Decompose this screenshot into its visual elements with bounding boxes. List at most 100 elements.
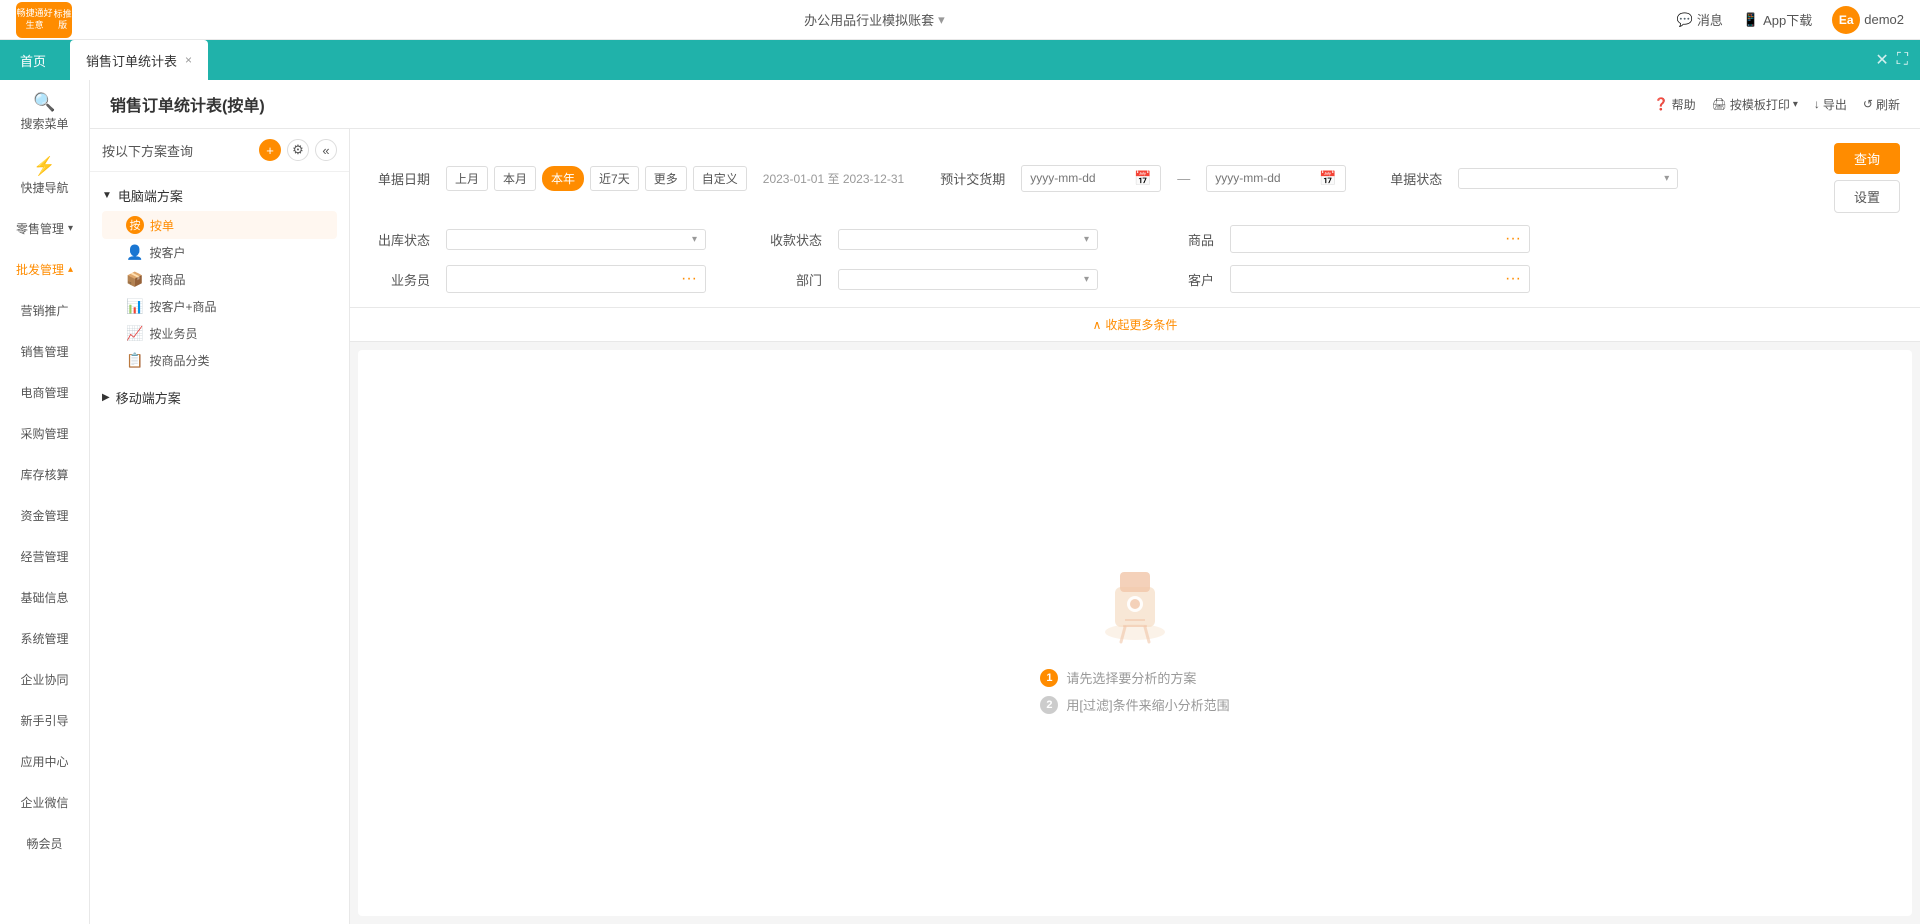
product-select[interactable]: ··· xyxy=(1230,225,1530,253)
print-btn[interactable]: 🖨 按模板打印 ▾ xyxy=(1712,96,1798,113)
collapse-bar[interactable]: ∧ 收起更多条件 xyxy=(350,308,1920,342)
tab-home[interactable]: 首页 xyxy=(0,40,66,80)
date-label: 单据日期 xyxy=(370,169,430,188)
sidebar-item-finance[interactable]: 资金管理 xyxy=(0,495,89,536)
collapse-label: 收起更多条件 xyxy=(1105,316,1177,333)
customer-select[interactable]: ··· xyxy=(1230,265,1530,293)
sidebar-item-membership[interactable]: 畅会员 xyxy=(0,823,89,864)
sidebar: 🔍 搜索菜单 ⚡ 快捷导航 零售管理 ▾ 批发管理 ▴ 营销推广 销售管理 电商… xyxy=(0,80,90,924)
date-from-field[interactable] xyxy=(1030,171,1130,185)
department-label: 部门 xyxy=(762,270,822,289)
message-icon: 💬 xyxy=(1677,12,1693,28)
date-btn-last-month[interactable]: 上月 xyxy=(446,166,488,191)
message-btn[interactable]: 💬 消息 xyxy=(1677,10,1723,29)
window-expand-btn[interactable]: ⛶ xyxy=(1897,51,1908,69)
page-header-actions: ❓ 帮助 🖨 按模板打印 ▾ ↓ 导出 ↺ 刷新 xyxy=(1654,96,1900,125)
sidebar-item-inventory[interactable]: 库存核算 xyxy=(0,454,89,495)
sidebar-item-ecommerce-mgmt[interactable]: 电商管理 xyxy=(0,372,89,413)
scheme-by-customer[interactable]: 👤 按客户 xyxy=(102,239,337,266)
status-dropdown-icon: ▾ xyxy=(1664,173,1669,184)
sidebar-item-label: 销售管理 xyxy=(20,343,68,360)
scheme-by-product-category[interactable]: 📋 按商品分类 xyxy=(102,347,337,374)
sidebar-item-purchase-mgmt[interactable]: 采购管理 xyxy=(0,413,89,454)
date-btn-this-month[interactable]: 本月 xyxy=(494,166,536,191)
sidebar-item-sales-mgmt[interactable]: 销售管理 xyxy=(0,331,89,372)
tab-active-label: 销售订单统计表 xyxy=(86,51,177,70)
salesperson-select[interactable]: ··· xyxy=(446,265,706,293)
empty-tip-1: 1 请先选择要分析的方案 xyxy=(1040,668,1229,687)
sidebar-item-onboarding[interactable]: 新手引导 xyxy=(0,700,89,741)
settings-scheme-btn[interactable]: ⚙ xyxy=(287,139,309,161)
search-icon: 🔍 xyxy=(33,92,55,113)
sidebar-item-system-mgmt[interactable]: 系统管理 xyxy=(0,618,89,659)
sidebar-item-label: 采购管理 xyxy=(20,425,68,442)
sidebar-item-retail-mgmt[interactable]: 零售管理 ▾ xyxy=(0,208,89,249)
query-btn[interactable]: 查询 xyxy=(1834,143,1900,174)
scheme-by-order[interactable]: 按 按单 xyxy=(102,211,337,239)
window-close-btn[interactable]: ✕ xyxy=(1875,50,1888,70)
sidebar-item-quick-nav[interactable]: ⚡ 快捷导航 xyxy=(0,144,89,208)
date-btn-more[interactable]: 更多 xyxy=(645,166,687,191)
settings-btn[interactable]: 设置 xyxy=(1834,180,1900,213)
date-to-input[interactable]: 📅 xyxy=(1206,165,1346,192)
tab-close-btn[interactable]: × xyxy=(185,53,192,67)
collapse-panel-btn[interactable]: « xyxy=(315,139,337,161)
user-profile[interactable]: Ea demo2 xyxy=(1832,6,1904,34)
scheme-by-customer-product[interactable]: 📊 按客户+商品 xyxy=(102,293,337,320)
tree-desktop-section[interactable]: ▼ 电脑端方案 xyxy=(102,180,337,211)
sidebar-item-marketing[interactable]: 营销推广 xyxy=(0,290,89,331)
receipt-status-label: 收款状态 xyxy=(762,230,822,249)
tip-num-1: 1 xyxy=(1040,669,1058,687)
status-select[interactable]: ▾ xyxy=(1458,168,1678,189)
tab-sales-order[interactable]: 销售订单统计表 × xyxy=(70,40,208,80)
sidebar-item-enterprise-collab[interactable]: 企业协同 xyxy=(0,659,89,700)
sidebar-item-basic-info[interactable]: 基础信息 xyxy=(0,577,89,618)
tab-home-label: 首页 xyxy=(20,51,46,70)
receipt-status-select[interactable]: ▾ xyxy=(838,229,1098,250)
date-btn-this-year[interactable]: 本年 xyxy=(542,166,584,191)
user-initial: Ea xyxy=(1839,13,1854,27)
sidebar-item-label: 畅会员 xyxy=(26,835,62,852)
plus-icon: + xyxy=(266,143,274,158)
sidebar-item-operations[interactable]: 经营管理 xyxy=(0,536,89,577)
topbar: 畅捷通好生意 标推版 办公用品行业模拟账套 ▾ 💬 消息 📱 App下载 Ea … xyxy=(0,0,1920,40)
sidebar-item-label: 系统管理 xyxy=(20,630,68,647)
app-download-icon: 📱 xyxy=(1743,12,1759,28)
salesperson-dots[interactable]: ··· xyxy=(681,270,697,288)
ship-status-select[interactable]: ▾ xyxy=(446,229,706,250)
help-btn[interactable]: ❓ 帮助 xyxy=(1654,96,1696,113)
empty-tips: 1 请先选择要分析的方案 2 用[过滤]条件来缩小分析范围 xyxy=(1040,668,1229,714)
customer-dots[interactable]: ··· xyxy=(1505,270,1521,288)
dropdown-icon[interactable]: ▾ xyxy=(938,12,945,28)
by-product-label: 按商品 xyxy=(149,271,185,288)
scheme-by-salesperson[interactable]: 📈 按业务员 xyxy=(102,320,337,347)
sidebar-item-enterprise-wechat[interactable]: 企业微信 xyxy=(0,782,89,823)
by-order-badge: 按 xyxy=(126,216,144,234)
sidebar-item-app-center[interactable]: 应用中心 xyxy=(0,741,89,782)
date-btn-custom[interactable]: 自定义 xyxy=(693,166,747,191)
empty-state: 1 请先选择要分析的方案 2 用[过滤]条件来缩小分析范围 xyxy=(358,350,1912,916)
page-header: 销售订单统计表(按单) ❓ 帮助 🖨 按模板打印 ▾ ↓ 导出 ↺ 刷新 xyxy=(90,80,1920,129)
sidebar-item-search-menu[interactable]: 🔍 搜索菜单 xyxy=(0,80,89,144)
scheme-by-product[interactable]: 📦 按商品 xyxy=(102,266,337,293)
settings-icon: ⚙ xyxy=(292,142,304,158)
add-scheme-btn[interactable]: + xyxy=(259,139,281,161)
refresh-btn[interactable]: ↺ 刷新 xyxy=(1863,96,1900,113)
date-to-field[interactable] xyxy=(1215,171,1315,185)
sidebar-item-label: 资金管理 xyxy=(20,507,68,524)
sidebar-item-label: 库存核算 xyxy=(20,466,68,483)
tree-mobile-section[interactable]: ▶ 移动端方案 xyxy=(102,382,337,413)
date-btn-7days[interactable]: 近7天 xyxy=(590,166,639,191)
by-product-icon: 📦 xyxy=(126,271,143,288)
department-select[interactable]: ▾ xyxy=(838,269,1098,290)
app-download-btn[interactable]: 📱 App下载 xyxy=(1743,10,1812,29)
ship-status-dropdown-icon: ▾ xyxy=(692,234,697,245)
tip-num-2: 2 xyxy=(1040,696,1058,714)
date-from-input[interactable]: 📅 xyxy=(1021,165,1161,192)
product-dots[interactable]: ··· xyxy=(1505,230,1521,248)
receipt-status-dropdown-icon: ▾ xyxy=(1084,234,1089,245)
sidebar-item-wholesale-mgmt[interactable]: 批发管理 ▴ xyxy=(0,249,89,290)
by-sales-label: 按业务员 xyxy=(149,325,197,342)
export-btn[interactable]: ↓ 导出 xyxy=(1814,96,1847,113)
refresh-label: 刷新 xyxy=(1876,96,1900,113)
